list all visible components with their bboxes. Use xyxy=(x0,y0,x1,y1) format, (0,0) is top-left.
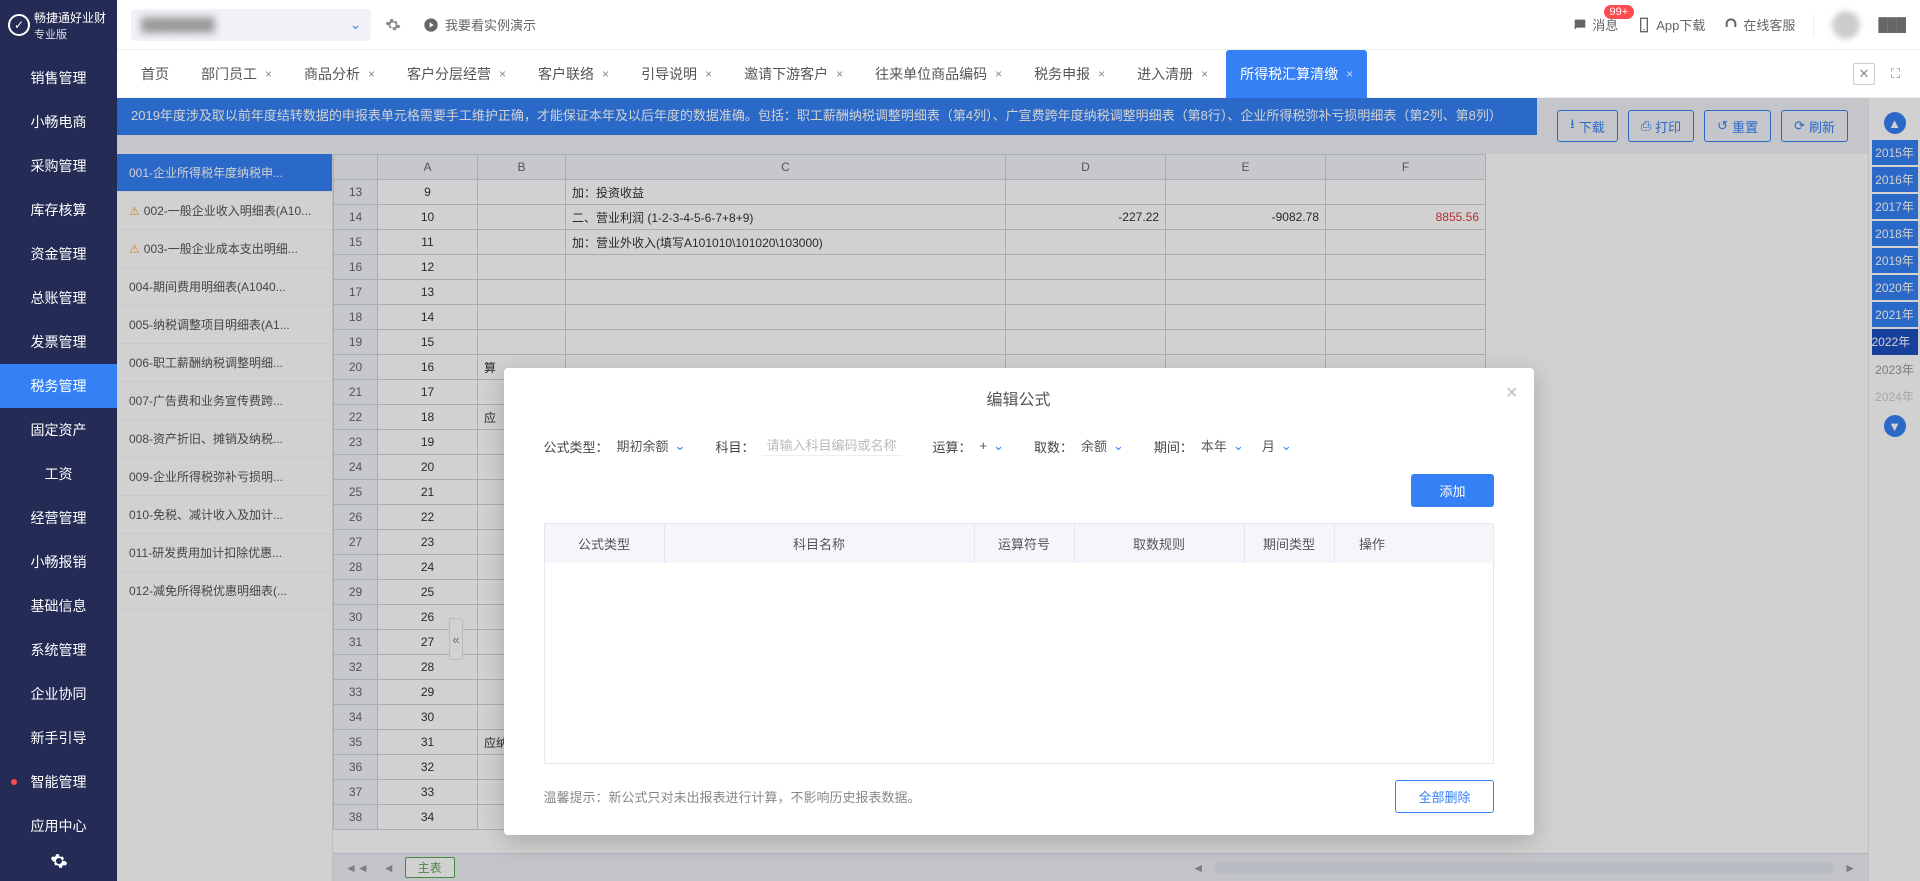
tab-close-icon[interactable]: × xyxy=(499,67,506,81)
nav-item-7[interactable]: 税务管理 xyxy=(0,364,117,408)
org-selector[interactable]: ████████ ⌄ xyxy=(131,9,371,41)
tab-5[interactable]: 引导说明× xyxy=(627,50,726,98)
nav-item-14[interactable]: 企业协同 xyxy=(0,672,117,716)
download-label: App下载 xyxy=(1656,15,1705,34)
nav-item-15[interactable]: 新手引导 xyxy=(0,716,117,760)
tab-3[interactable]: 客户分层经营× xyxy=(393,50,520,98)
field-subject-label: 科目： xyxy=(715,437,754,456)
tab-close-icon[interactable]: × xyxy=(705,67,712,81)
nav-item-9[interactable]: 工资 xyxy=(0,452,117,496)
field-period-year-select[interactable]: 本年⌄ xyxy=(1201,436,1244,456)
nav-item-6[interactable]: 发票管理 xyxy=(0,320,117,364)
brand: ✓ 畅捷通好业财 专业版 xyxy=(0,0,117,50)
tab-close-icon[interactable]: × xyxy=(602,67,609,81)
delete-all-button[interactable]: 全部删除 xyxy=(1395,780,1493,813)
tab-close-icon[interactable]: × xyxy=(1201,67,1208,81)
field-type-select[interactable]: 期初余额⌄ xyxy=(617,436,686,456)
close-all-tabs-icon[interactable]: ✕ xyxy=(1853,63,1875,85)
user-name: ███ xyxy=(1878,17,1906,32)
modal-title: 编辑公式 xyxy=(986,392,1050,409)
nav-item-2[interactable]: 采购管理 xyxy=(0,144,117,188)
modal-col-2: 运算符号 xyxy=(975,524,1075,563)
tab-close-icon[interactable]: × xyxy=(1098,67,1105,81)
brand-icon: ✓ xyxy=(8,14,30,36)
tab-7[interactable]: 往来单位商品编码× xyxy=(861,50,1016,98)
formula-table: 公式类型科目名称运算符号取数规则期间类型操作 xyxy=(544,523,1494,764)
nav-item-0[interactable]: 销售管理 xyxy=(0,56,117,100)
service-label: 在线客服 xyxy=(1743,15,1795,34)
messages[interactable]: 消息 99+ xyxy=(1572,15,1618,34)
nav-item-12[interactable]: 基础信息 xyxy=(0,584,117,628)
sidebar: ✓ 畅捷通好业财 专业版 销售管理小畅电商采购管理库存核算资金管理总账管理发票管… xyxy=(0,0,117,881)
nav-item-5[interactable]: 总账管理 xyxy=(0,276,117,320)
nav-item-13[interactable]: 系统管理 xyxy=(0,628,117,672)
nav-item-17[interactable]: 应用中心 xyxy=(0,804,117,841)
modal-mask: 编辑公式 × 公式类型： 期初余额⌄ 科目： 运算： +⌄ 取数： xyxy=(117,98,1920,881)
demo-link[interactable]: 我要看实例演示 xyxy=(423,15,536,34)
field-subject-input[interactable] xyxy=(762,436,902,456)
tab-0[interactable]: 首页 xyxy=(127,50,183,98)
tab-close-icon[interactable]: × xyxy=(836,67,843,81)
modal-close-icon[interactable]: × xyxy=(1506,382,1518,405)
app-download[interactable]: App下载 xyxy=(1636,15,1705,34)
tab-close-icon[interactable]: × xyxy=(995,67,1002,81)
fullscreen-icon[interactable]: ⛶ xyxy=(1891,66,1900,82)
customer-service[interactable]: 在线客服 xyxy=(1723,15,1795,34)
nav-item-4[interactable]: 资金管理 xyxy=(0,232,117,276)
field-fetch-label: 取数： xyxy=(1034,437,1073,456)
tabbar: 首页部门员工×商品分析×客户分层经营×客户联络×引导说明×邀请下游客户×往来单位… xyxy=(117,50,1920,98)
modal-col-5: 操作 xyxy=(1335,524,1410,563)
settings-gear-icon[interactable] xyxy=(0,841,117,881)
field-op-select[interactable]: +⌄ xyxy=(979,438,1004,455)
tab-8[interactable]: 税务申报× xyxy=(1020,50,1119,98)
field-op-label: 运算： xyxy=(932,437,971,456)
messages-badge: 99+ xyxy=(1604,5,1635,19)
org-settings-icon[interactable] xyxy=(385,17,401,33)
tab-close-icon[interactable]: × xyxy=(1346,67,1353,81)
modal-col-4: 期间类型 xyxy=(1245,524,1335,563)
tab-4[interactable]: 客户联络× xyxy=(524,50,623,98)
modal-col-1: 科目名称 xyxy=(665,524,975,563)
demo-label: 我要看实例演示 xyxy=(445,15,536,34)
field-period-label: 期间： xyxy=(1154,437,1193,456)
tab-1[interactable]: 部门员工× xyxy=(187,50,286,98)
nav-item-3[interactable]: 库存核算 xyxy=(0,188,117,232)
chevron-down-icon: ⌄ xyxy=(350,17,361,33)
nav-item-10[interactable]: 经营管理 xyxy=(0,496,117,540)
topbar: ████████ ⌄ 我要看实例演示 消息 99+ App下载 xyxy=(117,0,1920,50)
modal-col-3: 取数规则 xyxy=(1075,524,1245,563)
modal-col-0: 公式类型 xyxy=(545,524,665,563)
tab-10[interactable]: 所得税汇算清缴× xyxy=(1226,50,1367,98)
nav-item-1[interactable]: 小畅电商 xyxy=(0,100,117,144)
field-period-month-select[interactable]: 月⌄ xyxy=(1262,436,1292,456)
tab-6[interactable]: 邀请下游客户× xyxy=(730,50,857,98)
nav-item-16[interactable]: 智能管理 xyxy=(0,760,117,804)
nav-item-11[interactable]: 小畅报销 xyxy=(0,540,117,584)
avatar[interactable] xyxy=(1832,11,1860,39)
main: ████████ ⌄ 我要看实例演示 消息 99+ App下载 xyxy=(117,0,1920,881)
brand-edition: 专业版 xyxy=(34,26,106,42)
field-fetch-select[interactable]: 余额⌄ xyxy=(1081,436,1124,456)
add-button[interactable]: 添加 xyxy=(1411,474,1493,507)
edit-formula-modal: 编辑公式 × 公式类型： 期初余额⌄ 科目： 运算： +⌄ 取数： xyxy=(504,368,1534,835)
brand-name: 畅捷通好业财 xyxy=(34,9,106,26)
nav-item-8[interactable]: 固定资产 xyxy=(0,408,117,452)
tab-9[interactable]: 进入清册× xyxy=(1123,50,1222,98)
tab-close-icon[interactable]: × xyxy=(265,67,272,81)
tab-2[interactable]: 商品分析× xyxy=(290,50,389,98)
tab-close-icon[interactable]: × xyxy=(368,67,375,81)
field-type-label: 公式类型： xyxy=(544,437,609,456)
modal-tip: 温馨提示：新公式只对未出报表进行计算，不影响历史报表数据。 xyxy=(544,787,921,806)
